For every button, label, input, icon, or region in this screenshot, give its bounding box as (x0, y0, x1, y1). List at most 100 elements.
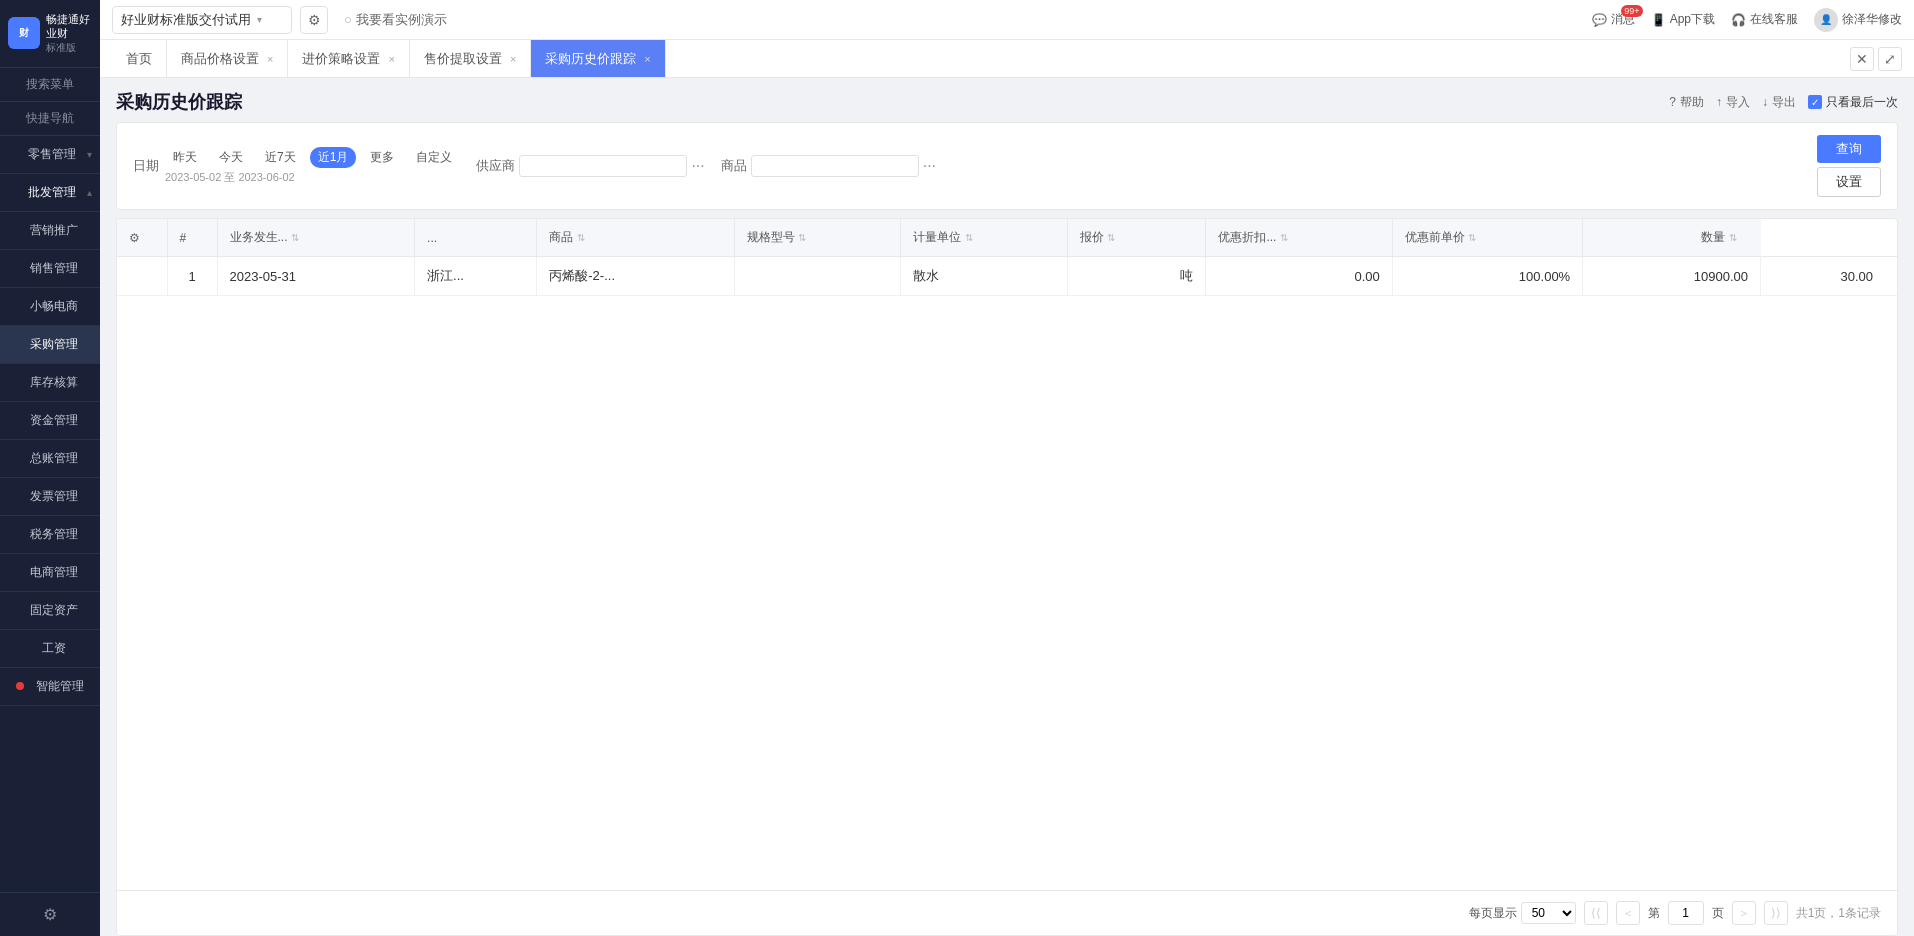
sidebar-item-purchase[interactable]: 采购管理 (0, 326, 100, 364)
demo-link[interactable]: ○ 我要看实例演示 (344, 11, 447, 29)
sidebar-item-tax[interactable]: 税务管理 (0, 516, 100, 554)
page-number-input[interactable] (1668, 901, 1704, 925)
col-orig-price-label: 优惠前单价 (1405, 230, 1465, 244)
sidebar-label-ecommerce-small: 小畅电商 (16, 298, 92, 315)
import-button[interactable]: ↑ 导入 (1716, 94, 1750, 111)
logo-icon: 财 (8, 17, 40, 49)
main-area: 好业财标准版交付试用 ▾ ⚙ ○ 我要看实例演示 💬 消息 99+ 📱 App下… (100, 0, 1914, 936)
date-option-more[interactable]: 更多 (362, 147, 402, 168)
sidebar-item-wholesale[interactable]: 批发管理 ▴ (0, 174, 100, 212)
play-icon: ○ (344, 12, 352, 27)
cell-price: 0.00 (1206, 257, 1392, 296)
tab-sale-price-close[interactable]: × (510, 53, 516, 65)
tab-purchase-history-close[interactable]: × (644, 53, 650, 65)
col-header-discount[interactable]: 优惠折扣... ⇅ (1206, 219, 1392, 257)
per-page-dropdown[interactable]: 50 100 200 (1521, 902, 1576, 924)
cell-date: 2023-05-31 (217, 257, 415, 296)
col-header-quantity[interactable]: 数量 ⇅ (1583, 219, 1761, 257)
messages-button[interactable]: 💬 消息 99+ (1592, 11, 1635, 28)
col-spec-label: 规格型号 (747, 230, 795, 244)
tab-purchase-history[interactable]: 采购历史价跟踪 × (531, 40, 665, 78)
messages-badge: 99+ (1621, 5, 1642, 17)
table-container: ⚙ # 业务发生... ⇅ ... 商品 ⇅ (116, 218, 1898, 936)
tab-maximize-button[interactable]: ⤢ (1878, 47, 1902, 71)
col-header-price[interactable]: 报价 ⇅ (1068, 219, 1206, 257)
filter-settings-button[interactable]: 设置 (1817, 167, 1881, 197)
chevron-down-icon: ▾ (87, 149, 92, 160)
app-download-label: App下载 (1670, 11, 1715, 28)
date-option-custom[interactable]: 自定义 (408, 147, 460, 168)
sidebar-item-smart-mgmt[interactable]: 智能管理 (0, 668, 100, 706)
col-header-orig-price[interactable]: 优惠前单价 ⇅ (1392, 219, 1582, 257)
prev-page-button[interactable]: ＜ (1616, 901, 1640, 925)
next-page-button[interactable]: ＞ (1732, 901, 1756, 925)
sort-icon-price: ⇅ (1107, 232, 1115, 243)
col-header-date[interactable]: 业务发生... ⇅ (217, 219, 415, 257)
sidebar-item-ecommerce-small[interactable]: 小畅电商 (0, 288, 100, 326)
supplier-input[interactable] (519, 155, 687, 177)
sort-icon-unit: ⇅ (965, 232, 973, 243)
help-button[interactable]: ? 帮助 (1669, 94, 1704, 111)
col-header-spec[interactable]: 规格型号 ⇅ (734, 219, 901, 257)
sidebar-item-general-ledger[interactable]: 总账管理 (0, 440, 100, 478)
first-page-button[interactable]: ⟨⟨ (1584, 901, 1608, 925)
col-header-goods[interactable]: 商品 ⇅ (537, 219, 735, 257)
online-service-button[interactable]: 🎧 在线客服 (1731, 11, 1798, 28)
tabbar: 首页 商品价格设置 × 进价策略设置 × 售价提取设置 × 采购历史价跟踪 × … (100, 40, 1914, 78)
sidebar-item-finance[interactable]: 资金管理 (0, 402, 100, 440)
sidebar-quick-nav[interactable]: 快捷导航 (0, 102, 100, 136)
goods-more-icon[interactable]: ··· (923, 157, 936, 175)
sidebar-bottom: ⚙ (0, 892, 100, 936)
sidebar-search[interactable]: 搜索菜单 (0, 68, 100, 102)
date-option-last1m[interactable]: 近1月 (310, 147, 357, 168)
goods-input[interactable] (751, 155, 919, 177)
export-button[interactable]: ↓ 导出 (1762, 94, 1796, 111)
tab-home[interactable]: 首页 (112, 40, 167, 78)
version-selector[interactable]: 好业财标准版交付试用 ▾ (112, 6, 292, 34)
per-page-select: 每页显示 50 100 200 (1469, 902, 1576, 924)
import-icon: ↑ (1716, 95, 1722, 109)
date-option-today[interactable]: 今天 (211, 147, 251, 168)
sidebar-item-invoice[interactable]: 发票管理 (0, 478, 100, 516)
sidebar-item-payroll[interactable]: 工资 (0, 630, 100, 668)
query-button[interactable]: 查询 (1817, 135, 1881, 163)
sidebar-item-sales[interactable]: 销售管理 (0, 250, 100, 288)
supplier-more-icon[interactable]: ··· (691, 157, 704, 175)
sidebar-item-fixed-assets[interactable]: 固定资产 (0, 592, 100, 630)
message-icon: 💬 (1592, 13, 1607, 27)
sort-icon-date: ⇅ (291, 232, 299, 243)
date-range-text: 2023-05-02 至 2023-06-02 (165, 170, 460, 185)
last-page-button[interactable]: ⟩⟩ (1764, 901, 1788, 925)
col-header-settings[interactable]: ⚙ (117, 219, 167, 257)
date-option-last7[interactable]: 近7天 (257, 147, 304, 168)
app-download-button[interactable]: 📱 App下载 (1651, 11, 1715, 28)
col-goods-label: 商品 (549, 230, 573, 244)
page-suffix: 页 (1712, 905, 1724, 922)
sidebar-item-ecommerce[interactable]: 电商管理 (0, 554, 100, 592)
tab-sale-price[interactable]: 售价提取设置 × (410, 40, 531, 78)
table-scroll[interactable]: ⚙ # 业务发生... ⇅ ... 商品 ⇅ (117, 219, 1897, 890)
filter-actions: 查询 设置 (1817, 135, 1881, 197)
sidebar-item-retail[interactable]: 零售管理 ▾ (0, 136, 100, 174)
user-menu[interactable]: 👤 徐泽华修改 (1814, 8, 1902, 32)
table-settings-icon[interactable]: ⚙ (129, 231, 140, 245)
sidebar-label-sales: 销售管理 (16, 260, 92, 277)
chevron-down-icon: ▾ (257, 14, 262, 25)
mobile-icon: 📱 (1651, 13, 1666, 27)
sidebar-settings-icon[interactable]: ⚙ (43, 905, 57, 924)
sidebar-item-marketing[interactable]: 营销推广 (0, 212, 100, 250)
tab-price-settings[interactable]: 商品价格设置 × (167, 40, 288, 78)
user-name: 徐泽华修改 (1842, 11, 1902, 28)
col-header-unit[interactable]: 计量单位 ⇅ (901, 219, 1068, 257)
cell-goods: 丙烯酸-2-... (537, 257, 735, 296)
topbar-settings-button[interactable]: ⚙ (300, 6, 328, 34)
date-option-yesterday[interactable]: 昨天 (165, 147, 205, 168)
tab-purchase-strategy-close[interactable]: × (388, 53, 394, 65)
sidebar-item-inventory[interactable]: 库存核算 (0, 364, 100, 402)
export-icon: ↓ (1762, 95, 1768, 109)
tab-price-settings-close[interactable]: × (267, 53, 273, 65)
demo-text: 我要看实例演示 (356, 11, 447, 29)
only-last-checkbox[interactable]: ✓ 只看最后一次 (1808, 94, 1898, 111)
tab-close-window-button[interactable]: ✕ (1850, 47, 1874, 71)
tab-purchase-strategy[interactable]: 进价策略设置 × (288, 40, 409, 78)
